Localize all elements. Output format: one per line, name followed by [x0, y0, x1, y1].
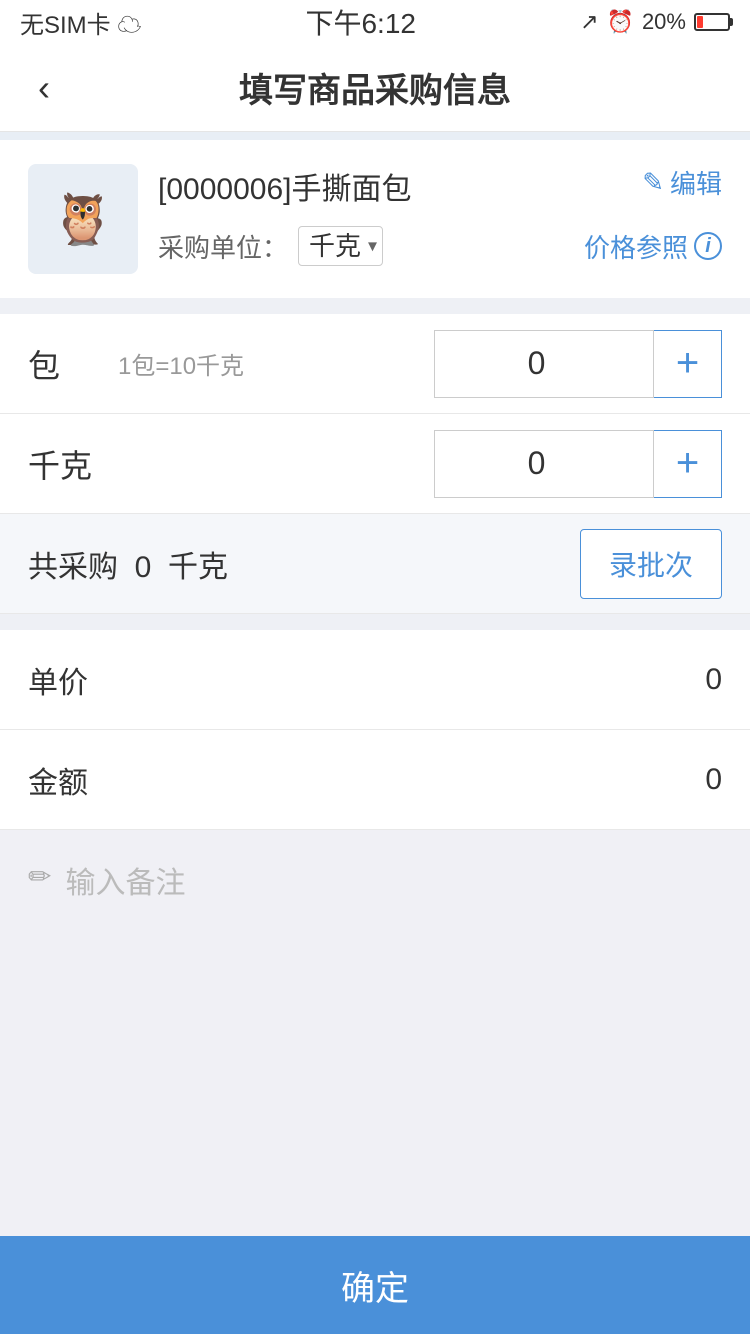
- quantity-plus-bao[interactable]: +: [654, 330, 722, 398]
- purchase-unit-label: 采购单位：: [158, 228, 288, 265]
- quantity-input-bao[interactable]: [434, 330, 654, 398]
- notes-section[interactable]: ✏ 输入备注: [0, 830, 750, 1170]
- quantity-input-group-bao: +: [434, 330, 722, 398]
- status-bar: 无SIM卡 ☁ 下午6:12 ↗ ⏰ 20%: [0, 0, 750, 44]
- product-name: [0000006]手撕面包: [158, 164, 411, 208]
- product-info: [0000006]手撕面包 ✎ 编辑 采购单位： 千克 价格参照 i: [158, 164, 722, 266]
- quantity-plus-kg[interactable]: +: [654, 430, 722, 498]
- quantity-label-bao: 包: [28, 341, 108, 387]
- product-card: 🦉 [0000006]手撕面包 ✎ 编辑 采购单位： 千克 价格参照 i: [0, 140, 750, 298]
- confirm-button[interactable]: 确定: [0, 1236, 750, 1334]
- product-info-row2: 采购单位： 千克 价格参照 i: [158, 226, 722, 266]
- price-value: 0: [705, 663, 722, 697]
- total-prefix: 共采购: [28, 551, 118, 584]
- amount-value: 0: [705, 763, 722, 797]
- top-divider: [0, 132, 750, 140]
- back-button[interactable]: ‹: [28, 57, 60, 119]
- price-info-section: 单价 0 金额 0: [0, 630, 750, 830]
- sim-label: 无SIM卡 ☁: [20, 5, 141, 40]
- status-left: 无SIM卡 ☁: [20, 5, 141, 40]
- quantity-section: 包 1包=10千克 + 千克 + 共采购 0 千克 录批次: [0, 314, 750, 614]
- total-text: 共采购 0 千克: [28, 542, 228, 586]
- price-ref-button[interactable]: 价格参照 i: [584, 228, 722, 265]
- edit-icon: ✎: [642, 167, 664, 198]
- location-icon: ↗: [580, 9, 598, 35]
- unit-select-wrapper[interactable]: 千克: [298, 226, 383, 266]
- price-ref-label: 价格参照: [584, 228, 688, 265]
- page-title: 填写商品采购信息: [239, 63, 511, 112]
- quantity-sublabel-bao: 1包=10千克: [118, 346, 244, 381]
- edit-label: 编辑: [670, 164, 722, 201]
- quantity-row-kg: 千克 +: [0, 414, 750, 514]
- product-logo: 🦉: [28, 164, 138, 274]
- pencil-icon: ✏: [28, 860, 51, 893]
- confirm-label: 确定: [341, 1261, 409, 1310]
- quantity-label-kg: 千克: [28, 441, 108, 487]
- info-icon: i: [694, 232, 722, 260]
- record-batch-button[interactable]: 录批次: [580, 529, 722, 599]
- amount-row: 金额 0: [0, 730, 750, 830]
- product-info-row1: [0000006]手撕面包 ✎ 编辑: [158, 164, 722, 208]
- nav-bar: ‹ 填写商品采购信息: [0, 44, 750, 132]
- amount-label: 金额: [28, 758, 88, 802]
- quantity-input-kg[interactable]: [434, 430, 654, 498]
- section-divider-2: [0, 614, 750, 630]
- total-unit: 千克: [168, 551, 228, 584]
- unit-select[interactable]: 千克: [298, 226, 383, 266]
- price-row: 单价 0: [0, 630, 750, 730]
- battery-icon: [694, 13, 730, 31]
- status-right: ↗ ⏰ 20%: [580, 9, 730, 35]
- total-amount: 0: [135, 551, 152, 584]
- price-label: 单价: [28, 658, 88, 702]
- alarm-icon: ⏰: [607, 9, 634, 35]
- edit-button[interactable]: ✎ 编辑: [642, 164, 722, 201]
- notes-placeholder: 输入备注: [65, 858, 185, 902]
- quantity-row-bao: 包 1包=10千克 +: [0, 314, 750, 414]
- quantity-input-group-kg: +: [434, 430, 722, 498]
- battery-percent: 20%: [642, 9, 686, 35]
- status-time: 下午6:12: [305, 2, 416, 42]
- product-owl-icon: 🦉: [52, 190, 114, 249]
- section-divider-1: [0, 298, 750, 314]
- total-row: 共采购 0 千克 录批次: [0, 514, 750, 614]
- purchase-unit: 采购单位： 千克: [158, 226, 383, 266]
